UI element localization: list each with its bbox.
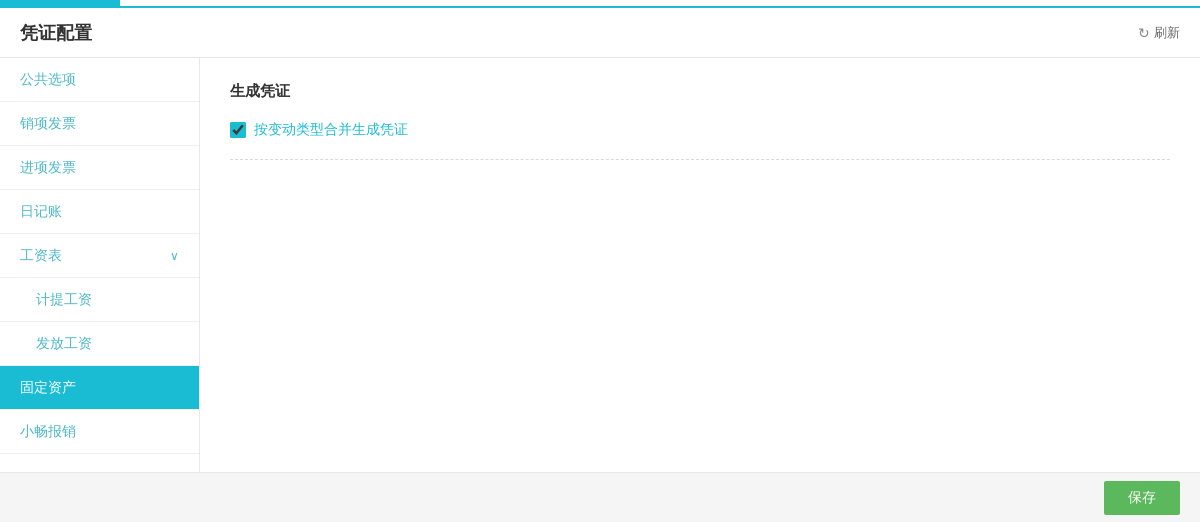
sidebar-item-expense-report[interactable]: 小畅报销 <box>0 410 199 454</box>
section-title: 生成凭证 <box>230 82 1170 101</box>
sidebar: 公共选项销项发票进项发票日记账工资表 ∨ 计提工资发放工资固定资产小畅报销 <box>0 58 200 472</box>
merge-checkbox-label[interactable]: 按变动类型合并生成凭证 <box>254 121 408 139</box>
section-divider <box>230 159 1170 160</box>
checkbox-row: 按变动类型合并生成凭证 <box>230 121 1170 139</box>
merge-checkbox[interactable] <box>230 122 246 138</box>
page-header: 凭证配置 ↻ 刷新 <box>0 8 1200 58</box>
sidebar-item-public-options[interactable]: 公共选项 <box>0 58 199 102</box>
sidebar-item-sales-invoice[interactable]: 销项发票 <box>0 102 199 146</box>
refresh-icon: ↻ <box>1138 25 1150 41</box>
sidebar-item-payroll[interactable]: 工资表 ∨ <box>0 234 199 278</box>
page-wrapper: 凭证配置 ↻ 刷新 公共选项销项发票进项发票日记账工资表 ∨ 计提工资发放工资固定资… <box>0 0 1200 522</box>
sidebar-label-accrued-salary: 计提工资 <box>36 291 92 309</box>
sidebar-item-accrued-salary[interactable]: 计提工资 <box>0 278 199 322</box>
sidebar-label-purchase-invoice: 进项发票 <box>20 159 76 177</box>
body-layout: 公共选项销项发票进项发票日记账工资表 ∨ 计提工资发放工资固定资产小畅报销 生成凭证… <box>0 58 1200 472</box>
sidebar-label-public-options: 公共选项 <box>20 71 76 89</box>
sidebar-item-fixed-assets[interactable]: 固定资产 <box>0 366 199 410</box>
sidebar-label-journal: 日记账 <box>20 203 62 221</box>
sidebar-label-fixed-assets: 固定资产 <box>20 379 76 397</box>
sidebar-label-sales-invoice: 销项发票 <box>20 115 76 133</box>
sidebar-label-expense-report: 小畅报销 <box>20 423 76 441</box>
main-content: 生成凭证 按变动类型合并生成凭证 <box>200 58 1200 472</box>
top-tab-bar <box>0 0 1200 8</box>
sidebar-item-pay-salary[interactable]: 发放工资 <box>0 322 199 366</box>
active-tab-indicator <box>0 0 120 6</box>
sidebar-item-purchase-invoice[interactable]: 进项发票 <box>0 146 199 190</box>
refresh-label: 刷新 <box>1154 24 1180 42</box>
sidebar-item-journal[interactable]: 日记账 <box>0 190 199 234</box>
save-button[interactable]: 保存 <box>1104 481 1180 515</box>
page-footer: 保存 <box>0 472 1200 522</box>
sidebar-label-payroll: 工资表 <box>20 247 62 265</box>
sidebar-label-pay-salary: 发放工资 <box>36 335 92 353</box>
page-title: 凭证配置 <box>20 21 92 45</box>
chevron-down-icon: ∨ <box>170 249 179 263</box>
refresh-button[interactable]: ↻ 刷新 <box>1138 24 1180 42</box>
